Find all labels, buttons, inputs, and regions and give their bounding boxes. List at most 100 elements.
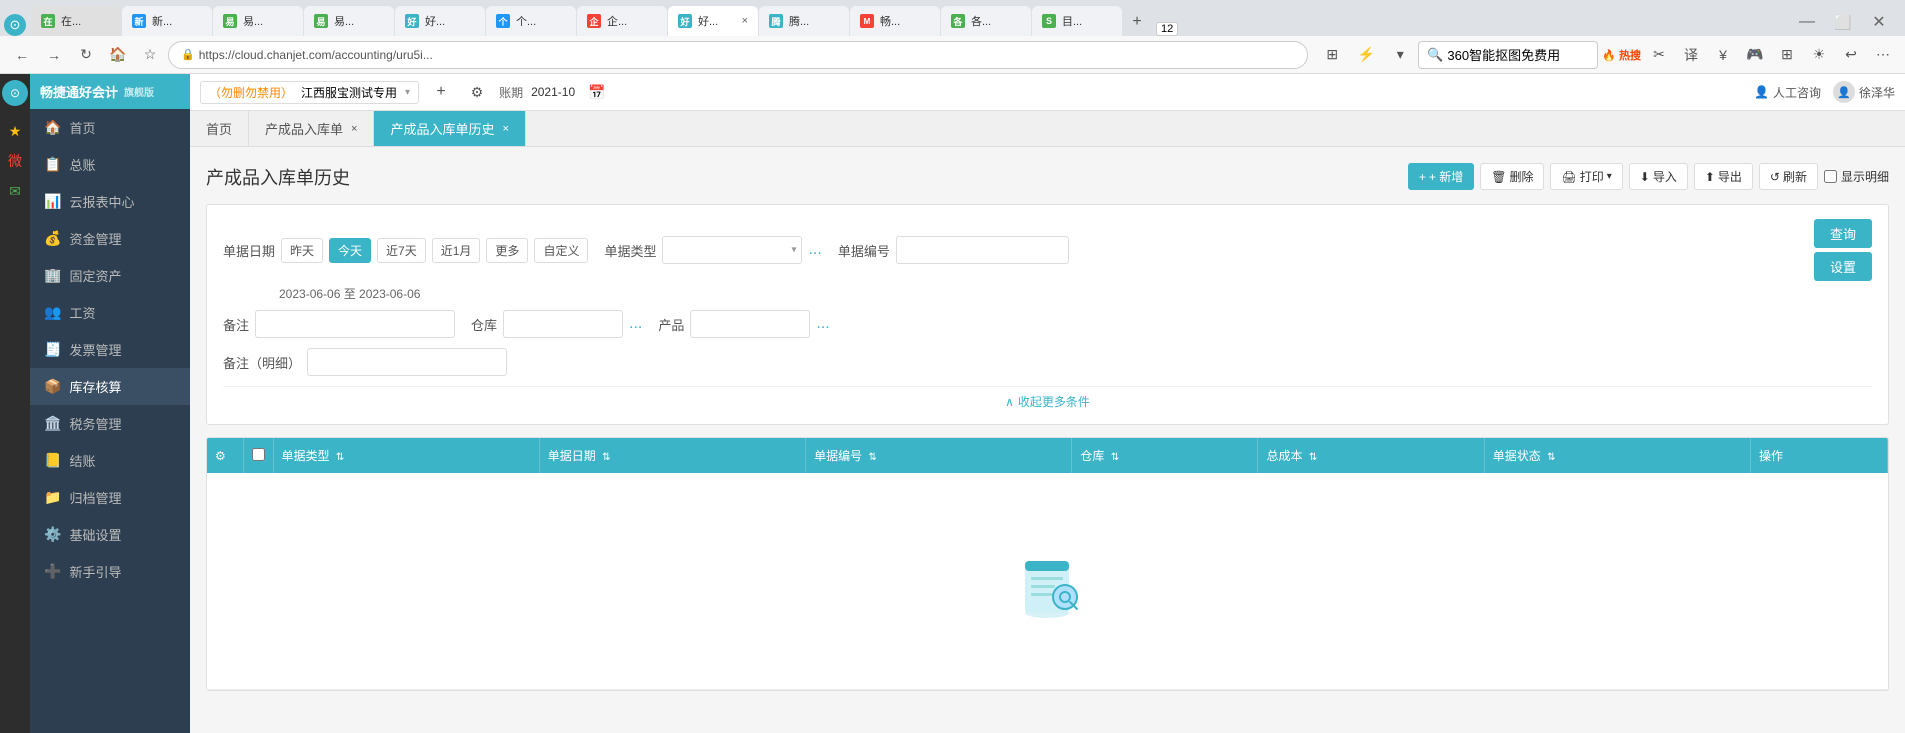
back-button[interactable]: ←	[8, 41, 36, 69]
th-settings[interactable]: ⚙	[207, 438, 243, 473]
collapse-button[interactable]: ∧ 收起更多条件	[223, 386, 1872, 410]
tab-1[interactable]: 在 在...	[31, 6, 121, 36]
sun-icon[interactable]: ☀	[1805, 41, 1833, 69]
window-close-button[interactable]: ✕	[1865, 8, 1893, 36]
select-all-checkbox[interactable]	[252, 448, 265, 461]
query-button[interactable]: 查询	[1814, 219, 1872, 248]
th-date[interactable]: 单据日期 ⇅	[539, 438, 805, 473]
nav-item-inventory[interactable]: 📦 库存核算	[30, 368, 190, 405]
detail-note-filter-input[interactable]	[307, 348, 507, 376]
tab-4[interactable]: 易 易...	[304, 6, 394, 36]
more-options-icon[interactable]: ⋯	[1869, 41, 1897, 69]
th-checkbox[interactable]	[243, 438, 273, 473]
tab-9[interactable]: 腾 腾...	[759, 6, 849, 36]
dropdown-icon[interactable]: ▾	[1386, 41, 1414, 69]
app-logo-icon[interactable]: ⊙	[2, 80, 28, 106]
delete-button[interactable]: 🗑 删除	[1480, 163, 1544, 190]
type-select[interactable]	[662, 236, 802, 264]
filter-settings-button[interactable]: 设置	[1814, 252, 1872, 281]
show-detail-cols-toggle[interactable]: 显示明细	[1824, 168, 1889, 185]
nav-item-payroll[interactable]: 👥 工资	[30, 294, 190, 331]
breadcrumb-home[interactable]: 首页	[190, 111, 249, 146]
sidebar-mail-icon[interactable]: ✉	[2, 178, 28, 204]
layout-icon[interactable]: ⊞	[1773, 41, 1801, 69]
window-minimize-button[interactable]: —	[1793, 8, 1821, 36]
date-yesterday-button[interactable]: 昨天	[281, 238, 323, 263]
warehouse-filter-input[interactable]	[503, 310, 623, 338]
date-custom-button[interactable]: 自定义	[534, 238, 588, 263]
tab-7[interactable]: 企 企...	[577, 6, 667, 36]
th-date-sort-icon[interactable]: ⇅	[602, 452, 610, 463]
warehouse-filter-dots[interactable]: ...	[629, 315, 642, 333]
date-today-button[interactable]: 今天	[329, 238, 371, 263]
new-tab-button[interactable]: +	[1123, 8, 1151, 36]
th-total-cost-sort-icon[interactable]: ⇅	[1309, 452, 1317, 463]
new-record-button[interactable]: + + 新增	[1408, 163, 1474, 190]
th-number-sort-icon[interactable]: ⇅	[868, 452, 876, 463]
nav-item-tutorial[interactable]: ➕ 新手引导	[30, 553, 190, 590]
calendar-icon[interactable]: 📅	[583, 78, 611, 106]
nav-item-settlement[interactable]: 📒 结账	[30, 442, 190, 479]
tab-6[interactable]: 个 个...	[486, 6, 576, 36]
th-total-cost[interactable]: 总成本 ⇅	[1258, 438, 1484, 473]
scissors-icon[interactable]: ✂	[1645, 41, 1673, 69]
nav-item-invoices[interactable]: 🧾 发票管理	[30, 331, 190, 368]
nav-item-ledger[interactable]: 📋 总账	[30, 146, 190, 183]
browser-menu-icon[interactable]: ⊙	[4, 14, 26, 36]
page-tab-list[interactable]: 产成品入库单 ×	[249, 111, 374, 146]
user-profile-button[interactable]: 👤 徐泽华	[1833, 81, 1895, 103]
page-tab-history-close-icon[interactable]: ×	[502, 123, 508, 135]
note-filter-input[interactable]	[255, 310, 455, 338]
tab-8-close-icon[interactable]: ×	[742, 15, 748, 27]
number-filter-input[interactable]	[896, 236, 1069, 264]
tab-11[interactable]: 各 各...	[941, 6, 1031, 36]
game-icon[interactable]: 🎮	[1741, 41, 1769, 69]
nav-item-funds[interactable]: 💰 资金管理	[30, 220, 190, 257]
page-tab-list-close-icon[interactable]: ×	[351, 123, 357, 135]
nav-item-archive[interactable]: 📁 归档管理	[30, 479, 190, 516]
grid-icon[interactable]: ⊞	[1318, 41, 1346, 69]
refresh-button[interactable]: ↻	[72, 41, 100, 69]
sidebar-star-icon[interactable]: ★	[2, 118, 28, 144]
forward-button[interactable]: →	[40, 41, 68, 69]
product-filter-dots[interactable]: ...	[816, 315, 829, 333]
export-button[interactable]: ⬆ 导出	[1694, 163, 1753, 190]
company-selector[interactable]: （勿删勿禁用） 江西服宝测试专用 ▾	[200, 81, 419, 104]
currency-icon[interactable]: ¥	[1709, 41, 1737, 69]
import-button[interactable]: ⬇ 导入	[1629, 163, 1688, 190]
home-button[interactable]: 🏠	[104, 41, 132, 69]
nav-item-reports[interactable]: 📊 云报表中心	[30, 183, 190, 220]
tab-8[interactable]: 好 好... ×	[668, 6, 758, 36]
nav-item-home[interactable]: 🏠 首页	[30, 109, 190, 146]
th-type[interactable]: 单据类型 ⇅	[273, 438, 539, 473]
print-button[interactable]: 🖨 打印 ▾	[1550, 163, 1622, 190]
lightning-icon[interactable]: ⚡	[1352, 41, 1380, 69]
date-more-button[interactable]: 更多	[486, 238, 528, 263]
tab-5[interactable]: 好 好...	[395, 6, 485, 36]
th-number[interactable]: 单据编号 ⇅	[806, 438, 1072, 473]
show-cols-checkbox[interactable]	[1824, 170, 1837, 183]
refresh-button[interactable]: ↺ 刷新	[1759, 163, 1818, 190]
tab-12[interactable]: S 目...	[1032, 6, 1122, 36]
undo-icon[interactable]: ↩	[1837, 41, 1865, 69]
date-1month-button[interactable]: 近1月	[432, 238, 481, 263]
date-7days-button[interactable]: 近7天	[377, 238, 426, 263]
tab-3[interactable]: 易 易...	[213, 6, 303, 36]
product-filter-input[interactable]	[690, 310, 810, 338]
th-type-sort-icon[interactable]: ⇅	[336, 452, 344, 463]
page-tab-history[interactable]: 产成品入库单历史 ×	[374, 111, 525, 146]
translate-icon[interactable]: 译	[1677, 41, 1705, 69]
th-status[interactable]: 单据状态 ⇅	[1484, 438, 1750, 473]
th-warehouse[interactable]: 仓库 ⇅	[1072, 438, 1258, 473]
company-settings-icon[interactable]: ⚙	[463, 78, 491, 106]
bookmark-button[interactable]: ☆	[136, 41, 164, 69]
url-input[interactable]: 🔒 https://cloud.chanjet.com/accounting/u…	[168, 41, 1308, 69]
tab-2[interactable]: 新 新...	[122, 6, 212, 36]
customer-service-button[interactable]: 👤 人工咨询	[1754, 84, 1821, 101]
th-warehouse-sort-icon[interactable]: ⇅	[1111, 452, 1119, 463]
tab-10[interactable]: M 畅...	[850, 6, 940, 36]
sidebar-weibo-icon[interactable]: 微	[2, 148, 28, 174]
type-filter-dots[interactable]: ...	[808, 241, 821, 259]
search-box[interactable]: 🔍 360智能抠图免费用	[1418, 41, 1598, 69]
nav-item-assets[interactable]: 🏢 固定资产	[30, 257, 190, 294]
